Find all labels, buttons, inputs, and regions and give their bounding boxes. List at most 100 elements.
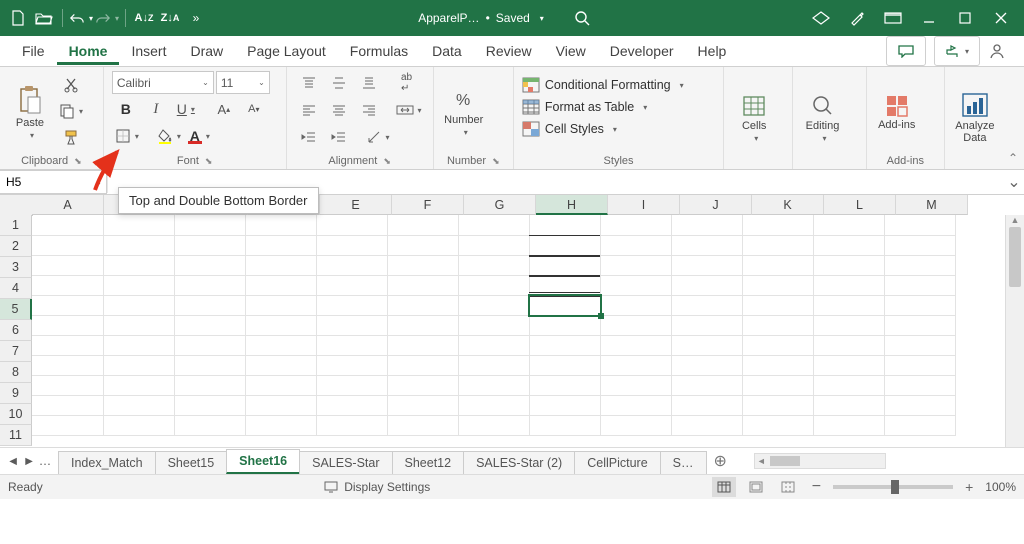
cell[interactable]: [813, 355, 885, 376]
cell[interactable]: [387, 375, 459, 396]
align-center-icon[interactable]: [325, 98, 353, 122]
cell[interactable]: [884, 395, 956, 416]
cell[interactable]: [458, 395, 530, 416]
cell[interactable]: [245, 395, 317, 416]
cell[interactable]: [245, 335, 317, 356]
chevron-down-icon[interactable]: ▾: [540, 14, 544, 23]
cell[interactable]: [387, 295, 459, 316]
vertical-scrollbar[interactable]: ▲: [1005, 215, 1024, 447]
cell[interactable]: [813, 235, 885, 256]
menu-insert[interactable]: Insert: [119, 37, 178, 65]
cell[interactable]: [742, 295, 814, 316]
cell[interactable]: [387, 235, 459, 256]
menu-draw[interactable]: Draw: [178, 37, 235, 65]
display-settings-icon[interactable]: [324, 481, 338, 493]
cell[interactable]: [458, 275, 530, 296]
dialog-launcher-icon[interactable]: ⬊: [205, 156, 213, 167]
cell[interactable]: [529, 415, 601, 436]
cell[interactable]: [316, 355, 388, 376]
normal-view-icon[interactable]: [712, 477, 736, 497]
cell[interactable]: [813, 255, 885, 276]
row-header[interactable]: 11: [0, 425, 32, 446]
align-middle-icon[interactable]: [325, 71, 353, 95]
cell[interactable]: [884, 295, 956, 316]
cell[interactable]: [458, 315, 530, 336]
cell[interactable]: [245, 275, 317, 296]
cell[interactable]: [671, 375, 743, 396]
cell[interactable]: [458, 295, 530, 316]
redo-icon[interactable]: ▾: [95, 6, 119, 30]
cell[interactable]: [174, 335, 246, 356]
menu-data[interactable]: Data: [420, 37, 474, 65]
account-icon[interactable]: [988, 42, 1014, 60]
cell[interactable]: [387, 215, 459, 236]
sheet-tab[interactable]: S…: [660, 451, 707, 474]
cell[interactable]: [387, 395, 459, 416]
paste-button[interactable]: Paste▾: [8, 71, 52, 153]
font-name-select[interactable]: Calibri⌄: [112, 71, 214, 94]
cell[interactable]: [32, 235, 104, 256]
font-color-button[interactable]: A▾: [186, 124, 214, 148]
format-painter-icon[interactable]: [56, 125, 86, 149]
cell[interactable]: [245, 255, 317, 276]
column-header[interactable]: M: [896, 195, 968, 215]
cell[interactable]: [671, 235, 743, 256]
cell[interactable]: [884, 335, 956, 356]
row-header[interactable]: 9: [0, 383, 32, 404]
zoom-out-icon[interactable]: −: [808, 478, 825, 496]
cell[interactable]: [174, 295, 246, 316]
cell[interactable]: [458, 235, 530, 256]
borders-button[interactable]: ▾: [112, 124, 142, 148]
cell[interactable]: [245, 355, 317, 376]
cell[interactable]: [529, 295, 601, 316]
cell[interactable]: [32, 395, 104, 416]
cell[interactable]: [742, 215, 814, 236]
cell[interactable]: [742, 275, 814, 296]
cell[interactable]: [600, 275, 672, 296]
editing-button[interactable]: Editing▾: [801, 71, 845, 165]
column-header[interactable]: J: [680, 195, 752, 215]
cell[interactable]: [529, 375, 601, 396]
cell[interactable]: [529, 215, 601, 236]
cell[interactable]: [316, 255, 388, 276]
new-file-icon[interactable]: [6, 6, 30, 30]
minimize-icon[interactable]: [912, 4, 946, 32]
cell[interactable]: [884, 375, 956, 396]
cell[interactable]: [600, 355, 672, 376]
cell[interactable]: [174, 415, 246, 436]
cell[interactable]: [884, 255, 956, 276]
cell[interactable]: [671, 275, 743, 296]
cell[interactable]: [742, 255, 814, 276]
ribbon-mode-icon[interactable]: [876, 4, 910, 32]
cell[interactable]: [174, 255, 246, 276]
collapse-ribbon-icon[interactable]: ⌃: [1008, 151, 1018, 165]
cell[interactable]: [529, 395, 601, 416]
cell[interactable]: [32, 295, 104, 316]
cell[interactable]: [245, 415, 317, 436]
conditional-formatting-button[interactable]: Conditional Formatting▾: [522, 75, 715, 95]
row-header[interactable]: 8: [0, 362, 32, 383]
orientation-icon[interactable]: ▾: [363, 125, 393, 149]
cell[interactable]: [32, 255, 104, 276]
cell[interactable]: [458, 335, 530, 356]
cell[interactable]: [600, 215, 672, 236]
cell[interactable]: [742, 235, 814, 256]
row-header[interactable]: 1: [0, 215, 32, 236]
undo-icon[interactable]: ▾: [69, 6, 93, 30]
row-header[interactable]: 10: [0, 404, 32, 425]
cell[interactable]: [458, 215, 530, 236]
number-format-button[interactable]: % Number▾: [442, 71, 486, 153]
cell[interactable]: [174, 315, 246, 336]
cell[interactable]: [103, 275, 175, 296]
cell[interactable]: [884, 235, 956, 256]
cell[interactable]: [32, 315, 104, 336]
cell[interactable]: [316, 395, 388, 416]
sheet-tab[interactable]: Index_Match: [58, 451, 156, 474]
menu-help[interactable]: Help: [686, 37, 739, 65]
cell[interactable]: [174, 355, 246, 376]
cell[interactable]: [316, 275, 388, 296]
merge-center-icon[interactable]: ▾: [393, 98, 425, 122]
cell[interactable]: [884, 355, 956, 376]
column-header[interactable]: G: [464, 195, 536, 215]
cell[interactable]: [671, 255, 743, 276]
